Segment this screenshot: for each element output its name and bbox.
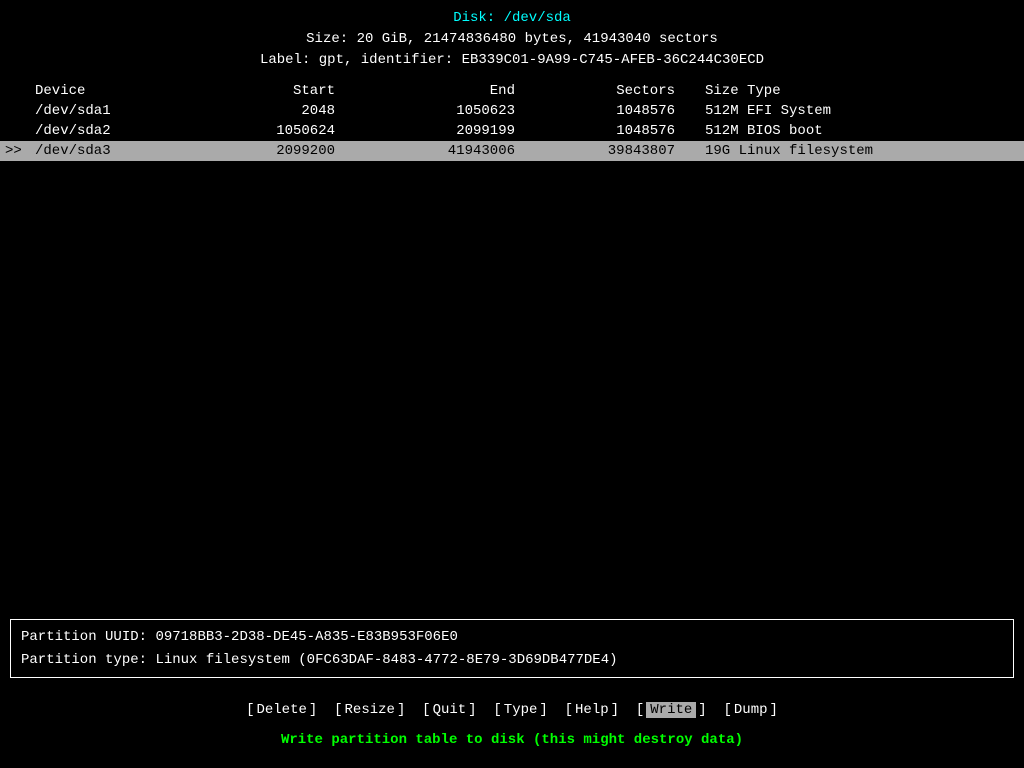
- bracket-open-write: [: [636, 702, 644, 718]
- end-sda1: 1050623: [355, 103, 535, 119]
- size-type-sda3: 19G Linux filesystem: [695, 143, 1024, 159]
- row-indicator-sda2: [0, 123, 25, 139]
- disk-label-line: Label: gpt, identifier: EB339C01-9A99-C7…: [0, 50, 1024, 71]
- menu-items-container: [ Delete ] [ Resize ] [ Quit ] [ Type ] …: [0, 702, 1024, 718]
- disk-title: Disk: /dev/sda: [0, 8, 1024, 29]
- row-indicator-sda1: [0, 103, 25, 119]
- sectors-sda3: 39843807: [535, 143, 695, 159]
- menu-item-quit[interactable]: Quit: [433, 702, 467, 718]
- info-panel: Partition UUID: 09718BB3-2D38-DE45-A835-…: [10, 619, 1014, 678]
- table-header-row: Device Start End Sectors Size Type: [0, 81, 1024, 101]
- bracket-close-resize: ]: [397, 702, 422, 718]
- type-label-sda2: BIOS boot: [747, 123, 823, 139]
- type-label-sda1: EFI System: [747, 103, 831, 119]
- bracket-close-help: ]: [611, 702, 636, 718]
- col-header-sectors: Sectors: [535, 83, 695, 99]
- bracket-open-dump: [: [724, 702, 732, 718]
- bracket-close-type: ]: [539, 702, 564, 718]
- bracket-close-write: ]: [698, 702, 723, 718]
- size-sda1: 512M: [705, 103, 739, 119]
- type-value: Linux filesystem (0FC63DAF-8483-4772-8E7…: [155, 652, 617, 668]
- col-header-start: Start: [175, 83, 355, 99]
- bracket-open-resize: [: [334, 702, 342, 718]
- menu-item-resize[interactable]: Resize: [345, 702, 395, 718]
- device-sda1: /dev/sda1: [25, 103, 175, 119]
- end-sda2: 2099199: [355, 123, 535, 139]
- type-label: Partition type:: [21, 652, 147, 668]
- bracket-open-quit: [: [422, 702, 430, 718]
- header: Disk: /dev/sda Size: 20 GiB, 21474836480…: [0, 0, 1024, 71]
- bracket-close-quit: ]: [468, 702, 493, 718]
- col-header-end: End: [355, 83, 535, 99]
- bracket-close-dump: ]: [770, 702, 778, 718]
- device-sda3: /dev/sda3: [25, 143, 175, 159]
- bracket-open-delete: [: [246, 702, 254, 718]
- menu-item-type[interactable]: Type: [504, 702, 538, 718]
- type-label-sda3: Linux filesystem: [739, 143, 873, 159]
- indicator-header: [0, 83, 25, 99]
- table-row[interactable]: >> /dev/sda3 2099200 41943006 39843807 1…: [0, 141, 1024, 161]
- start-sda3: 2099200: [175, 143, 355, 159]
- screen: Disk: /dev/sda Size: 20 GiB, 21474836480…: [0, 0, 1024, 768]
- partition-type-line: Partition type: Linux filesystem (0FC63D…: [21, 649, 1003, 671]
- start-sda2: 1050624: [175, 123, 355, 139]
- size-sda3: 19G: [705, 143, 730, 159]
- status-bar: Write partition table to disk (this migh…: [0, 732, 1024, 748]
- status-text: Write partition table to disk (this migh…: [281, 732, 743, 748]
- menu-item-write[interactable]: Write: [646, 702, 696, 718]
- sectors-sda1: 1048576: [535, 103, 695, 119]
- partition-table: Device Start End Sectors Size Type /dev/…: [0, 81, 1024, 161]
- uuid-label: Partition UUID:: [21, 629, 147, 645]
- table-row[interactable]: /dev/sda1 2048 1050623 1048576 512M EFI …: [0, 101, 1024, 121]
- menu-item-dump[interactable]: Dump: [734, 702, 768, 718]
- device-sda2: /dev/sda2: [25, 123, 175, 139]
- size-type-sda1: 512M EFI System: [695, 103, 1024, 119]
- bottom-menu: [ Delete ] [ Resize ] [ Quit ] [ Type ] …: [0, 702, 1024, 718]
- uuid-value: 09718BB3-2D38-DE45-A835-E83B953F06E0: [155, 629, 457, 645]
- partition-uuid-line: Partition UUID: 09718BB3-2D38-DE45-A835-…: [21, 626, 1003, 648]
- menu-item-help[interactable]: Help: [575, 702, 609, 718]
- end-sda3: 41943006: [355, 143, 535, 159]
- start-sda1: 2048: [175, 103, 355, 119]
- size-type-sda2: 512M BIOS boot: [695, 123, 1024, 139]
- row-indicator-sda3: >>: [0, 143, 25, 159]
- size-sda2: 512M: [705, 123, 739, 139]
- menu-item-delete[interactable]: Delete: [256, 702, 306, 718]
- table-row[interactable]: /dev/sda2 1050624 2099199 1048576 512M B…: [0, 121, 1024, 141]
- disk-size-line: Size: 20 GiB, 21474836480 bytes, 4194304…: [0, 29, 1024, 50]
- sectors-sda2: 1048576: [535, 123, 695, 139]
- bracket-open-help: [: [565, 702, 573, 718]
- bracket-open-type: [: [493, 702, 501, 718]
- bracket-close-delete: ]: [309, 702, 334, 718]
- col-header-size-type: Size Type: [695, 83, 1024, 99]
- col-header-device: Device: [25, 83, 175, 99]
